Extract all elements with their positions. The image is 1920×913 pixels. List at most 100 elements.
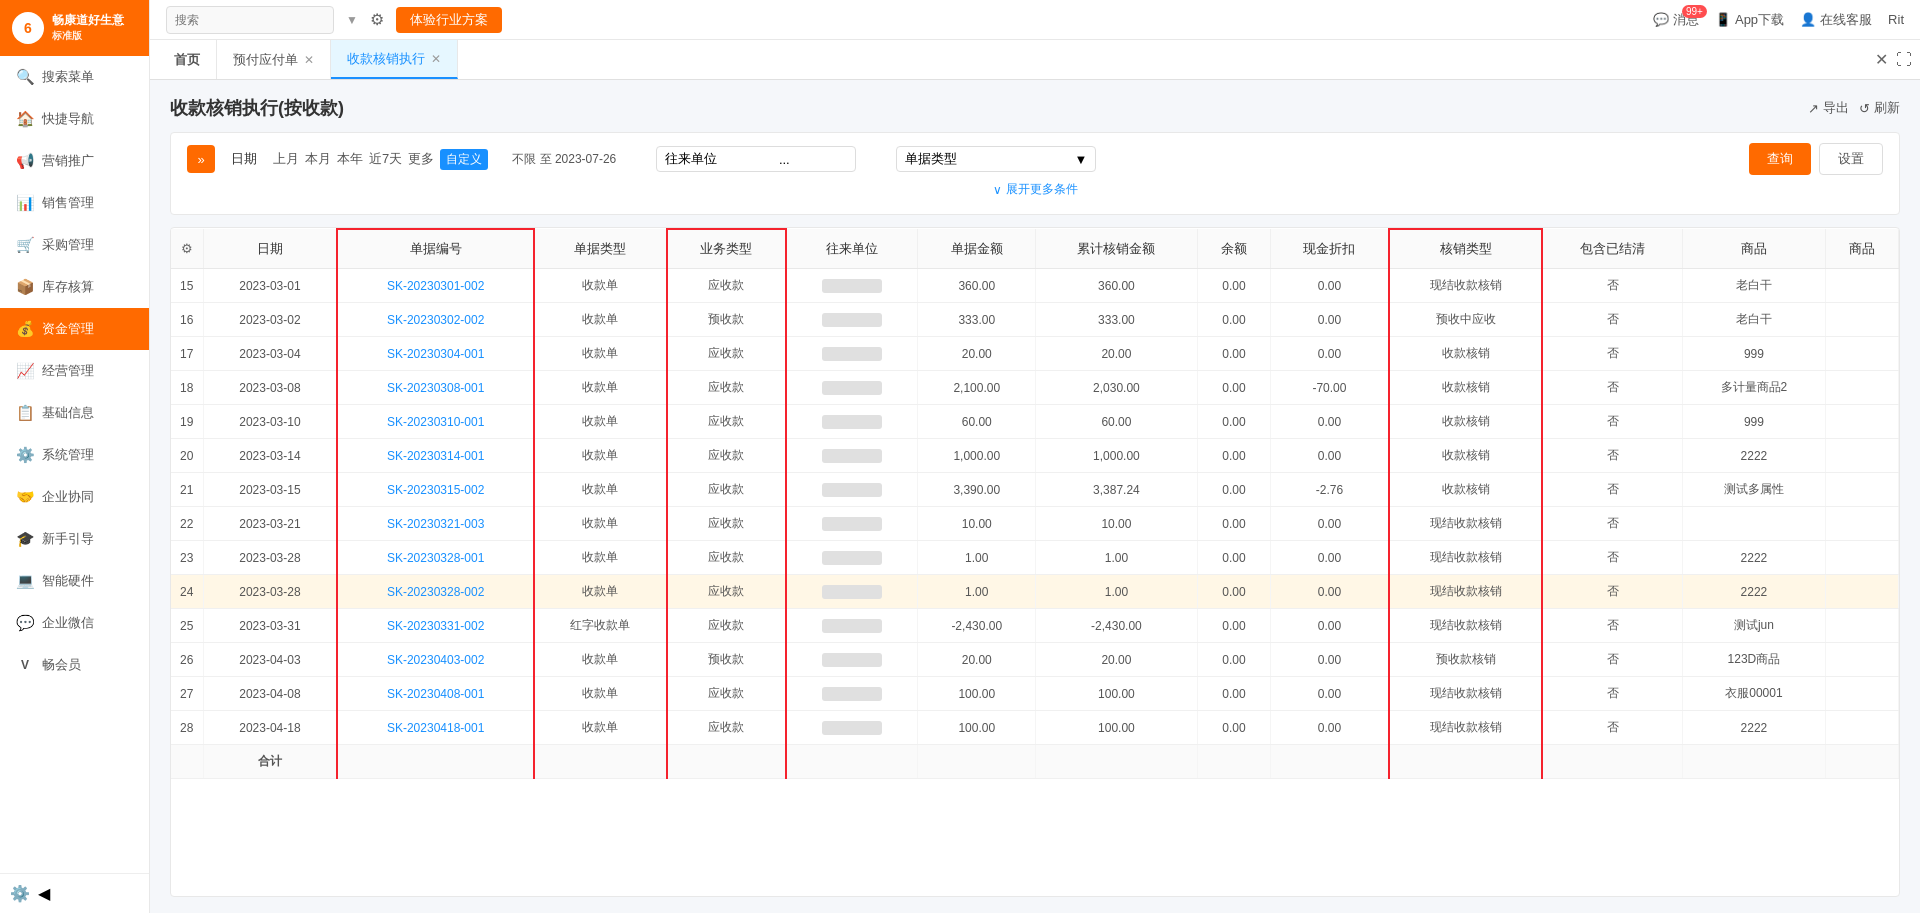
row-cancel-type: 现结收款核销 [1389,609,1542,643]
row-bill-no: SK-20230301-002 [337,269,534,303]
row-included: 否 [1542,711,1683,745]
bill-no-link[interactable]: SK-20230302-002 [387,313,484,327]
date-this-month[interactable]: 本月 [305,150,331,168]
row-product: 123D商品 [1683,643,1826,677]
row-cancel-type: 现结收款核销 [1389,541,1542,575]
row-balance: 0.00 [1197,507,1270,541]
tab-collect-close[interactable]: ✕ [431,52,441,66]
row-total-cancel: 1.00 [1036,575,1198,609]
row-bill-type: 收款单 [534,439,667,473]
sidebar-item-wechat[interactable]: 💬 企业微信 [0,602,149,644]
row-cancel-type: 现结收款核销 [1389,575,1542,609]
bill-no-link[interactable]: SK-20230331-002 [387,619,484,633]
sidebar-item-basic[interactable]: 📋 基础信息 [0,392,149,434]
bill-no-link[interactable]: SK-20230301-002 [387,279,484,293]
corp-icon: 🤝 [16,488,34,506]
tabbar-actions: ✕ ⛶ [1875,50,1912,69]
tab-close-button[interactable]: ✕ [1875,50,1888,69]
row-no: 20 [171,439,203,473]
custom-date-button[interactable]: 自定义 [440,149,488,170]
date-range-display: 不限 至 2023-07-26 [512,151,616,168]
app-download-button[interactable]: 📱 App下载 [1715,11,1784,29]
sidebar-item-system[interactable]: ⚙️ 系统管理 [0,434,149,476]
sidebar-item-purchase[interactable]: 🛒 采购管理 [0,224,149,266]
filter-expand-button[interactable]: » [187,145,215,173]
sidebar-item-member[interactable]: V 畅会员 [0,644,149,686]
expand-conditions-button[interactable]: ∨ 展开更多条件 [187,175,1883,204]
settings-icon[interactable]: ⚙ [181,241,193,256]
bill-no-link[interactable]: SK-20230403-002 [387,653,484,667]
row-no: 17 [171,337,203,371]
date-more[interactable]: 更多 [408,150,434,168]
sidebar-item-quick-nav[interactable]: 🏠 快捷导航 [0,98,149,140]
row-amount: 10.00 [918,507,1036,541]
bill-no-link[interactable]: SK-20230310-001 [387,415,484,429]
row-balance: 0.00 [1197,541,1270,575]
refresh-button[interactable]: ↺ 刷新 [1859,99,1900,117]
row-discount: 0.00 [1271,337,1389,371]
row-biz-type: 应收款 [667,269,786,303]
topbar-gear-icon[interactable]: ⚙ [370,10,384,29]
bill-no-link[interactable]: SK-20230321-003 [387,517,484,531]
bill-no-link[interactable]: SK-20230314-001 [387,449,484,463]
date-last-7days[interactable]: 近7天 [369,150,402,168]
row-balance: 0.00 [1197,269,1270,303]
sidebar-item-guide[interactable]: 🎓 新手引导 [0,518,149,560]
row-included: 否 [1542,405,1683,439]
sidebar-item-search[interactable]: 🔍 搜索菜单 [0,56,149,98]
bill-no-link[interactable]: SK-20230328-002 [387,585,484,599]
sidebar-item-finance[interactable]: 💰 资金管理 [0,308,149,350]
row-amount: 60.00 [918,405,1036,439]
row-date: 2023-03-14 [203,439,337,473]
sidebar-collapse-icon[interactable]: ◀ [38,884,50,903]
row-biz-type: 应收款 [667,711,786,745]
row-balance: 0.00 [1197,337,1270,371]
row-date: 2023-03-31 [203,609,337,643]
bill-no-link[interactable]: SK-20230315-002 [387,483,484,497]
table-row: 15 2023-03-01 SK-20230301-002 收款单 应收款 36… [171,269,1899,303]
query-button[interactable]: 查询 [1749,143,1811,175]
date-last-month[interactable]: 上月 [273,150,299,168]
row-discount: 0.00 [1271,677,1389,711]
row-cancel-type: 收款核销 [1389,337,1542,371]
sidebar-item-corp[interactable]: 🤝 企业协同 [0,476,149,518]
export-button[interactable]: ↗ 导出 [1808,99,1849,117]
bill-no-link[interactable]: SK-20230418-001 [387,721,484,735]
tab-prepay-close[interactable]: ✕ [304,53,314,67]
row-bill-no: SK-20230308-001 [337,371,534,405]
bill-no-link[interactable]: SK-20230308-001 [387,381,484,395]
date-this-year[interactable]: 本年 [337,150,363,168]
row-amount: -2,430.00 [918,609,1036,643]
sidebar-settings-icon[interactable]: ⚙️ [10,884,30,903]
row-discount: 0.00 [1271,575,1389,609]
row-partner [786,473,918,507]
tab-expand-button[interactable]: ⛶ [1896,51,1912,69]
tab-prepay[interactable]: 预付应付单 ✕ [217,40,331,79]
table-scroll[interactable]: ⚙ 日期 单据编号 单据类型 业务类型 往来单位 单据金额 累计核销金额 余额 … [171,228,1899,896]
sidebar-item-operation[interactable]: 📈 经营管理 [0,350,149,392]
row-product: 2222 [1683,711,1826,745]
sidebar-item-inventory[interactable]: 📦 库存核算 [0,266,149,308]
solution-button[interactable]: 体验行业方案 [396,7,502,33]
tabbar: 首页 预付应付单 ✕ 收款核销执行 ✕ ✕ ⛶ [150,40,1920,80]
online-service-button[interactable]: 👤 在线客服 [1800,11,1872,29]
row-balance: 0.00 [1197,303,1270,337]
bill-no-link[interactable]: SK-20230408-001 [387,687,484,701]
voucher-type-select[interactable]: 单据类型 ▼ [896,146,1096,172]
tab-home[interactable]: 首页 [158,40,217,79]
bill-no-link[interactable]: SK-20230328-001 [387,551,484,565]
bill-no-link[interactable]: SK-20230304-001 [387,347,484,361]
row-amount: 1.00 [918,541,1036,575]
sidebar-item-hardware[interactable]: 💻 智能硬件 [0,560,149,602]
row-cancel-type: 现结收款核销 [1389,711,1542,745]
partner-select[interactable]: 往来单位 ... [656,146,856,172]
settings-button[interactable]: 设置 [1819,143,1883,175]
tab-collect[interactable]: 收款核销执行 ✕ [331,40,458,79]
row-product2 [1825,337,1898,371]
sidebar-item-marketing[interactable]: 📢 营销推广 [0,140,149,182]
footer-label: 合计 [203,745,337,779]
topbar-search-input[interactable] [166,6,334,34]
message-button[interactable]: 💬 消息 99+ [1653,11,1699,29]
sidebar: 6 畅康道好生意 标准版 🔍 搜索菜单 🏠 快捷导航 📢 营销推广 📊 销售管理… [0,0,150,913]
sidebar-item-sales[interactable]: 📊 销售管理 [0,182,149,224]
